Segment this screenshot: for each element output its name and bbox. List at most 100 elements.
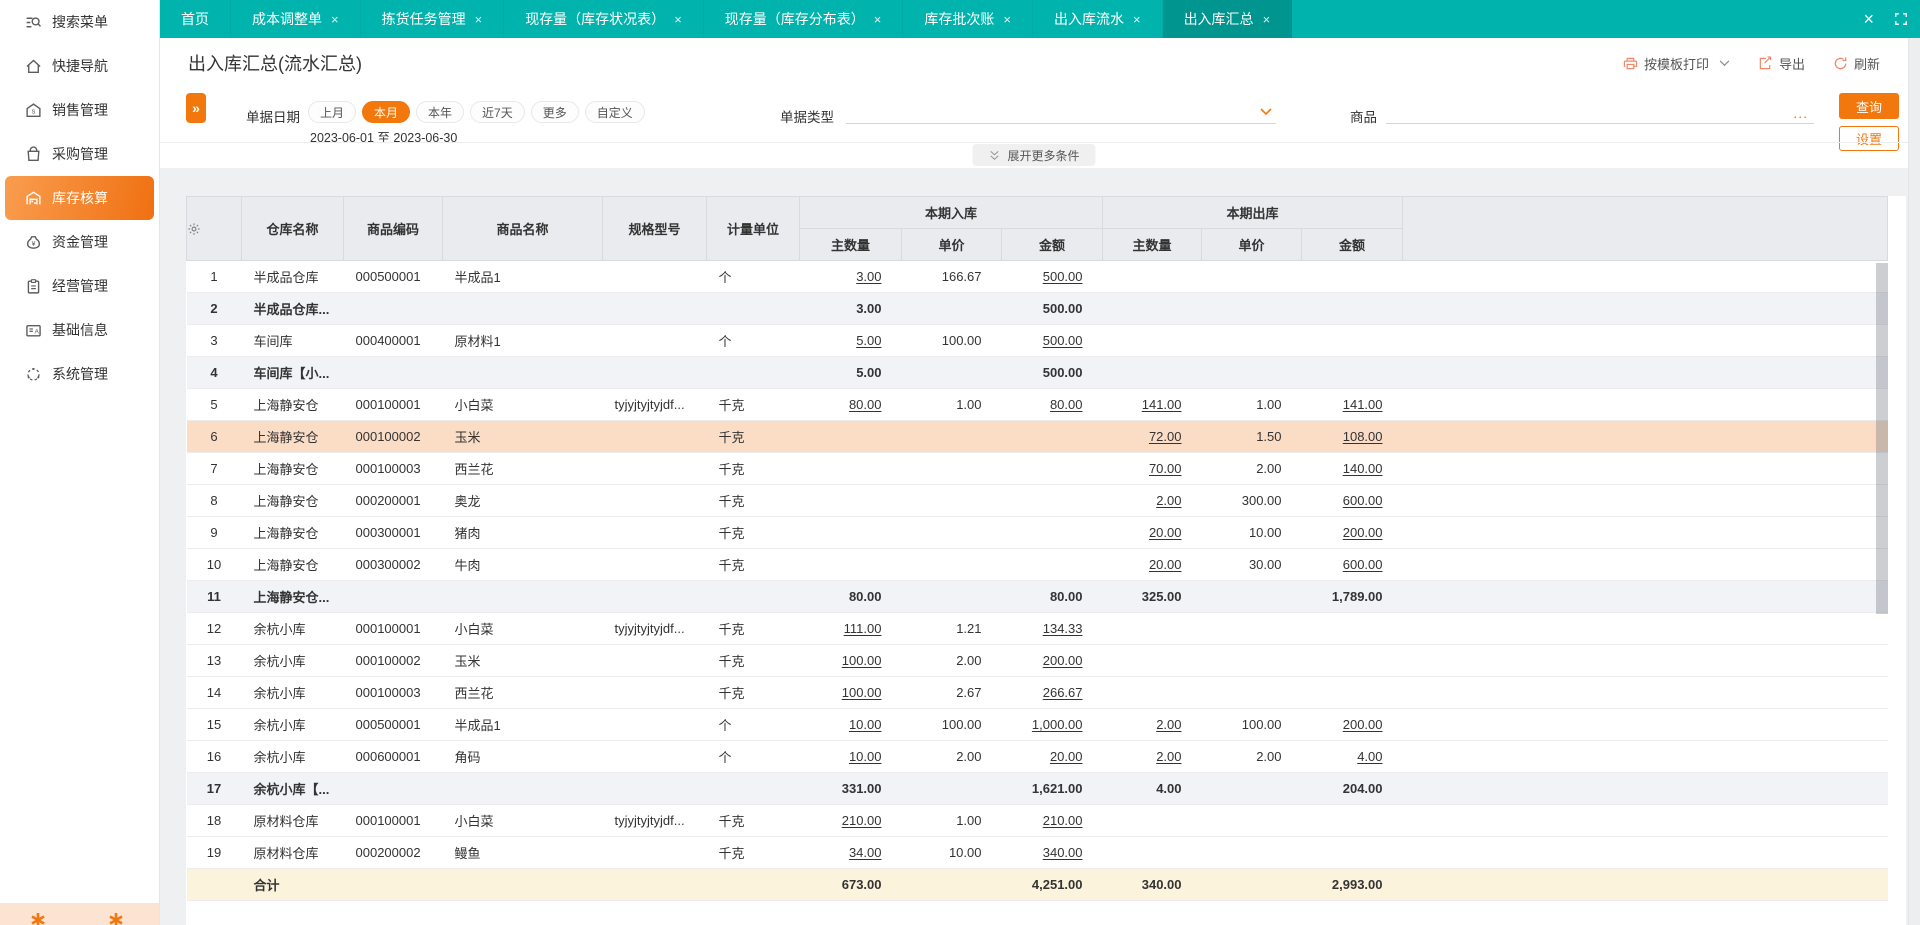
- in-qty-cell-link[interactable]: 10.00: [849, 717, 882, 732]
- settings-button[interactable]: 设置: [1839, 126, 1899, 151]
- table-row-19[interactable]: 19 原材料仓库 000200002 鳗鱼 千克 34.00 10.00 340.00: [186, 836, 1888, 869]
- table-row-15[interactable]: 15 余杭小库 000500001 半成品1 个 10.00 100.00 1,000.00 2…: [186, 708, 1888, 741]
- expand-more-conditions-button[interactable]: 展开更多条件: [972, 144, 1096, 166]
- sidebar-item-3[interactable]: s 销售管理: [5, 88, 154, 132]
- out-qty-cell-link[interactable]: 20.00: [1149, 557, 1182, 572]
- in-qty-cell-link[interactable]: 10.00: [849, 749, 882, 764]
- more-options-icon[interactable]: ...: [1793, 105, 1808, 121]
- in-amount-cell-link[interactable]: 80.00: [1050, 397, 1083, 412]
- table-row-5[interactable]: 5 上海静安仓 000100001 小白菜 tyjyjtyjtyjdf... 千克 80.0…: [186, 388, 1888, 421]
- chevron-down-icon[interactable]: [1260, 108, 1272, 116]
- table-row-7[interactable]: 7 上海静安仓 000100003 西兰花 千克 70.00 2.00 140.00: [186, 452, 1888, 485]
- date-pill-近7天[interactable]: 近7天: [470, 101, 525, 123]
- table-row-18[interactable]: 18 原材料仓库 000100001 小白菜 tyjyjtyjtyjdf... 千克 210…: [186, 804, 1888, 837]
- tab-出入库汇总[interactable]: 出入库汇总 ×: [1162, 0, 1293, 38]
- out-qty-cell-link[interactable]: 72.00: [1149, 429, 1182, 444]
- in-amount-cell-link[interactable]: 134.33: [1043, 621, 1083, 636]
- date-pill-更多[interactable]: 更多: [530, 101, 579, 123]
- out-amount-cell-link[interactable]: 141.00: [1343, 397, 1383, 412]
- tab-close-icon[interactable]: ×: [674, 12, 682, 27]
- table-row-17[interactable]: 17 余杭小库【... 331.00 1,621.00 4.00 204.00: [186, 772, 1888, 805]
- in-amount-cell-link[interactable]: 340.00: [1043, 845, 1083, 860]
- sidebar-item-4[interactable]: 采购管理: [5, 132, 154, 176]
- tab-现存量（库存分布表）[interactable]: 现存量（库存分布表） ×: [704, 0, 904, 38]
- table-row-12[interactable]: 12 余杭小库 000100001 小白菜 tyjyjtyjtyjdf... 千克 111.…: [186, 612, 1888, 645]
- table-row-4[interactable]: 4 车间库【小... 5.00 500.00: [186, 356, 1888, 389]
- table-row-8[interactable]: 8 上海静安仓 000200001 奥龙 千克 2.00 300.00 600.00: [186, 484, 1888, 517]
- in-amount-cell-link[interactable]: 210.00: [1043, 813, 1083, 828]
- table-row-1[interactable]: 1 半成品仓库 000500001 半成品1 个 3.00 166.67 500.00: [186, 260, 1888, 293]
- out-amount-cell-link[interactable]: 4.00: [1357, 749, 1382, 764]
- refresh-button[interactable]: 刷新: [1833, 54, 1880, 73]
- tab-close-icon[interactable]: ×: [1263, 12, 1271, 27]
- date-pill-上月[interactable]: 上月: [308, 101, 357, 123]
- date-pill-本月[interactable]: 本月: [362, 101, 411, 123]
- doc-type-select[interactable]: [846, 98, 1276, 124]
- tab-库存批次账[interactable]: 库存批次账 ×: [903, 0, 1033, 38]
- tab-出入库流水[interactable]: 出入库流水 ×: [1033, 0, 1163, 38]
- tab-close-icon[interactable]: ×: [475, 12, 483, 27]
- table-row-10[interactable]: 10 上海静安仓 000300002 牛肉 千克 20.00 30.00 600.00: [186, 548, 1888, 581]
- table-row-11[interactable]: 11 上海静安仓... 80.00 80.00 325.00 1,789.00: [186, 580, 1888, 613]
- table-row-3[interactable]: 3 车间库 000400001 原材料1 个 5.00 100.00 500.00: [186, 324, 1888, 357]
- in-qty-cell-link[interactable]: 5.00: [856, 333, 881, 348]
- tab-close-icon[interactable]: ×: [1133, 12, 1141, 27]
- in-amount-cell-link[interactable]: 500.00: [1043, 269, 1083, 284]
- collapse-filter-button[interactable]: »: [186, 93, 206, 123]
- out-qty-cell-link[interactable]: 141.00: [1142, 397, 1182, 412]
- fullscreen-icon[interactable]: [1894, 12, 1908, 26]
- date-pill-自定义[interactable]: 自定义: [584, 101, 645, 123]
- out-qty-cell-link[interactable]: 20.00: [1149, 525, 1182, 540]
- tab-现存量（库存状况表）[interactable]: 现存量（库存状况表） ×: [504, 0, 704, 38]
- table-row-13[interactable]: 13 余杭小库 000100002 玉米 千克 100.00 2.00 200.00: [186, 644, 1888, 677]
- out-qty-cell-link[interactable]: 2.00: [1156, 717, 1181, 732]
- out-amount-cell-link[interactable]: 200.00: [1343, 717, 1383, 732]
- in-qty-cell-link[interactable]: 34.00: [849, 845, 882, 860]
- sidebar-item-8[interactable]: A 基础信息: [5, 308, 154, 352]
- table-row-2[interactable]: 2 半成品仓库... 3.00 500.00: [186, 292, 1888, 325]
- print-by-template-button[interactable]: 按模板打印: [1623, 54, 1730, 73]
- sidebar-item-6[interactable]: ¥ 资金管理: [5, 220, 154, 264]
- in-qty-cell-link[interactable]: 80.00: [849, 397, 882, 412]
- out-qty-cell-link[interactable]: 70.00: [1149, 461, 1182, 476]
- in-amount-cell-link[interactable]: 1,000.00: [1032, 717, 1083, 732]
- table-row-14[interactable]: 14 余杭小库 000100003 西兰花 千克 100.00 2.67 266.67: [186, 676, 1888, 709]
- in-qty-cell-link[interactable]: 210.00: [842, 813, 882, 828]
- tab-首页[interactable]: 首页: [160, 0, 231, 38]
- tab-拣货任务管理[interactable]: 拣货任务管理 ×: [361, 0, 505, 38]
- sidebar-item-5[interactable]: 库存核算: [5, 176, 154, 220]
- close-icon[interactable]: ×: [1863, 10, 1874, 28]
- out-amount-cell-link[interactable]: 108.00: [1343, 429, 1383, 444]
- column-settings-icon[interactable]: [186, 196, 242, 261]
- out-amount-cell-link[interactable]: 140.00: [1343, 461, 1383, 476]
- in-amount-cell-link[interactable]: 200.00: [1043, 653, 1083, 668]
- tab-close-icon[interactable]: ×: [874, 12, 882, 27]
- in-qty-cell-link[interactable]: 100.00: [842, 685, 882, 700]
- table-scrollbar-thumb[interactable]: [1876, 263, 1888, 614]
- date-pill-本年[interactable]: 本年: [416, 101, 465, 123]
- date-range-value[interactable]: 2023-06-01 至 2023-06-30: [310, 127, 457, 146]
- out-amount-cell-link[interactable]: 600.00: [1343, 557, 1383, 572]
- sidebar-item-9[interactable]: 系统管理: [5, 352, 154, 396]
- sidebar-item-7[interactable]: 经营管理: [5, 264, 154, 308]
- tab-close-icon[interactable]: ×: [1003, 12, 1011, 27]
- table-row-9[interactable]: 9 上海静安仓 000300001 猪肉 千克 20.00 10.00 200.00: [186, 516, 1888, 549]
- in-amount-cell-link[interactable]: 266.67: [1043, 685, 1083, 700]
- page-scrollbar[interactable]: [1908, 38, 1920, 925]
- tab-成本调整单[interactable]: 成本调整单 ×: [231, 0, 361, 38]
- in-qty-cell-link[interactable]: 3.00: [856, 269, 881, 284]
- sidebar-item-2[interactable]: 快捷导航: [5, 44, 154, 88]
- tab-close-icon[interactable]: ×: [331, 12, 339, 27]
- out-amount-cell-link[interactable]: 200.00: [1343, 525, 1383, 540]
- in-amount-cell-link[interactable]: 500.00: [1043, 333, 1083, 348]
- in-qty-cell-link[interactable]: 100.00: [842, 653, 882, 668]
- in-amount-cell-link[interactable]: 20.00: [1050, 749, 1083, 764]
- in-qty-cell-link[interactable]: 111.00: [844, 621, 882, 636]
- table-row-16[interactable]: 16 余杭小库 000600001 角码 个 10.00 2.00 20.00 2.00 2.00…: [186, 740, 1888, 773]
- out-qty-cell-link[interactable]: 2.00: [1156, 749, 1181, 764]
- sidebar-item-1[interactable]: 搜索菜单: [5, 0, 154, 44]
- export-button[interactable]: 导出: [1758, 54, 1805, 73]
- out-amount-cell-link[interactable]: 600.00: [1343, 493, 1383, 508]
- table-row-6[interactable]: 6 上海静安仓 000100002 玉米 千克 72.00 1.50 108.00: [186, 420, 1888, 453]
- out-qty-cell-link[interactable]: 2.00: [1156, 493, 1181, 508]
